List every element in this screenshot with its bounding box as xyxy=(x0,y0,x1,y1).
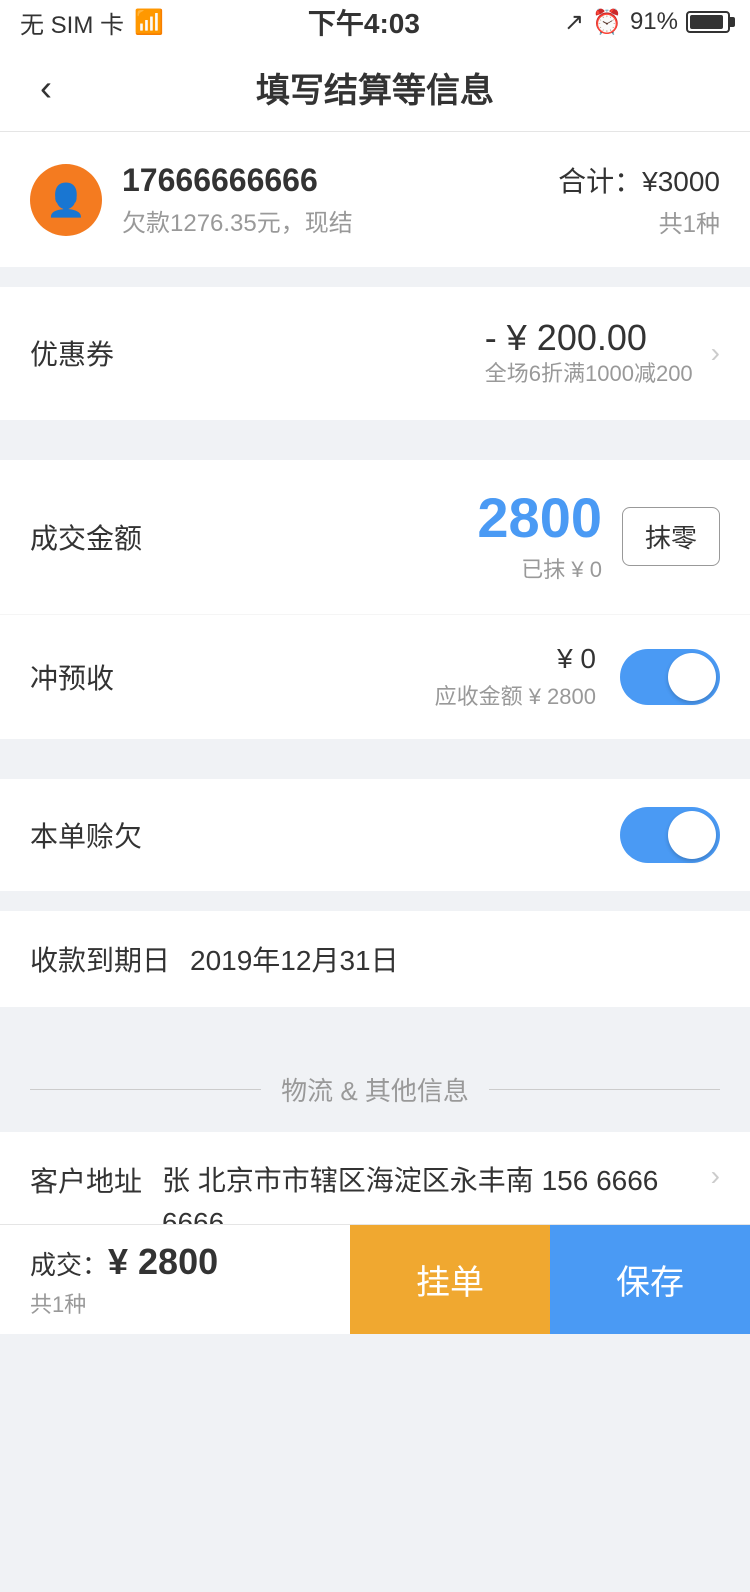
prepay-toggle[interactable] xyxy=(620,649,720,705)
amount-row: 成交金额 2800 已抹 ¥ 0 抹零 xyxy=(0,460,750,615)
status-time: 下午4:03 xyxy=(308,2,420,42)
prepay-sub: 应收金额 ¥ 2800 xyxy=(435,679,596,711)
amount-section: 成交金额 2800 已抹 ¥ 0 抹零 冲预收 ¥ 0 应收金额 ¥ 2800 xyxy=(0,460,750,739)
prepay-label: 冲预收 xyxy=(30,657,114,697)
content-area: 👤 17666666666 欠款1276.35元，现结 合计：¥3000 共1种… xyxy=(0,132,750,1592)
battery-fill xyxy=(690,15,723,29)
transaction-label: 成交： xyxy=(30,1250,108,1280)
battery-icon xyxy=(686,11,730,33)
status-right: ↗ ⏰ 91% xyxy=(564,8,730,37)
wifi-icon: 📶 xyxy=(134,8,164,37)
battery-percent: 91% xyxy=(630,8,678,36)
customer-right: 合计：¥3000 共1种 xyxy=(558,160,720,239)
coupon-label: 优惠券 xyxy=(30,333,114,373)
customer-card: 👤 17666666666 欠款1276.35元，现结 合计：¥3000 共1种 xyxy=(0,132,750,267)
toggle-knob xyxy=(668,653,716,701)
debt-section: 本单赊欠 xyxy=(0,779,750,891)
carrier-label: 无 SIM 卡 xyxy=(20,5,124,40)
bottom-info: 成交：¥ 2800 共1种 xyxy=(0,1241,350,1319)
customer-debt: 欠款1276.35元，现结 xyxy=(122,203,353,238)
logistics-divider: 物流 & 其他信息 xyxy=(0,1047,750,1132)
customer-total: 合计：¥3000 xyxy=(558,160,720,200)
section-divider-1 xyxy=(0,440,750,460)
avatar: 👤 xyxy=(30,164,102,236)
amount-right: 2800 已抹 ¥ 0 抹零 xyxy=(477,490,720,584)
alarm-icon: ⏰ xyxy=(592,8,622,37)
bottom-count: 共1种 xyxy=(30,1287,320,1319)
amount-sub: 已抹 ¥ 0 xyxy=(477,552,602,584)
divider-line-left xyxy=(30,1089,261,1090)
status-bar: 无 SIM 卡 📶 下午4:03 ↗ ⏰ 91% xyxy=(0,0,750,44)
save-button[interactable]: 保存 xyxy=(550,1225,750,1334)
address-chevron-icon: › xyxy=(711,1160,720,1192)
coupon-desc: 全场6折满1000减200 xyxy=(485,359,693,390)
coupon-right: - ¥ 200.00 全场6折满1000减200 › xyxy=(485,317,720,390)
hang-button[interactable]: 挂单 xyxy=(350,1225,550,1334)
section-divider-2 xyxy=(0,759,750,779)
logistics-text: 物流 & 其他信息 xyxy=(281,1071,469,1108)
due-date-section: 收款到期日 2019年12月31日 xyxy=(0,911,750,1007)
page-title: 填写结算等信息 xyxy=(256,63,494,112)
debt-label: 本单赊欠 xyxy=(30,815,142,855)
prepay-values: ¥ 0 应收金额 ¥ 2800 xyxy=(435,643,596,711)
nav-bar: ‹ 填写结算等信息 xyxy=(0,44,750,132)
status-left: 无 SIM 卡 📶 xyxy=(20,5,164,40)
chevron-right-icon: › xyxy=(711,337,720,369)
transaction-amount: ¥ 2800 xyxy=(108,1241,218,1282)
amount-label: 成交金额 xyxy=(30,517,142,557)
customer-phone: 17666666666 xyxy=(122,162,353,199)
location-icon: ↗ xyxy=(564,8,584,37)
debt-toggle-knob xyxy=(668,811,716,859)
customer-info: 17666666666 欠款1276.35元，现结 xyxy=(122,162,353,238)
bottom-buttons: 挂单 保存 xyxy=(350,1225,750,1334)
prepay-amount: ¥ 0 xyxy=(435,643,596,675)
section-divider-3 xyxy=(0,1027,750,1047)
coupon-row[interactable]: 优惠券 - ¥ 200.00 全场6折满1000减200 › xyxy=(0,287,750,420)
due-date-label: 收款到期日 xyxy=(30,939,170,979)
coupon-discount: - ¥ 200.00 xyxy=(485,317,693,359)
bottom-bar: 成交：¥ 2800 共1种 挂单 保存 xyxy=(0,1224,750,1334)
prepay-row: 冲预收 ¥ 0 应收金额 ¥ 2800 xyxy=(0,615,750,739)
back-button[interactable]: ‹ xyxy=(30,57,62,119)
due-date-value: 2019年12月31日 xyxy=(190,939,399,979)
amount-value: 2800 xyxy=(477,490,602,546)
customer-count: 共1种 xyxy=(558,204,720,239)
debt-toggle[interactable] xyxy=(620,807,720,863)
address-label: 客户地址 xyxy=(30,1160,142,1200)
prepay-right: ¥ 0 应收金额 ¥ 2800 xyxy=(435,643,720,711)
due-date-row: 收款到期日 2019年12月31日 xyxy=(30,939,720,979)
bottom-transaction: 成交：¥ 2800 xyxy=(30,1241,320,1283)
divider-line-right xyxy=(489,1089,720,1090)
customer-left: 👤 17666666666 欠款1276.35元，现结 xyxy=(30,162,353,238)
round-button[interactable]: 抹零 xyxy=(622,507,720,566)
